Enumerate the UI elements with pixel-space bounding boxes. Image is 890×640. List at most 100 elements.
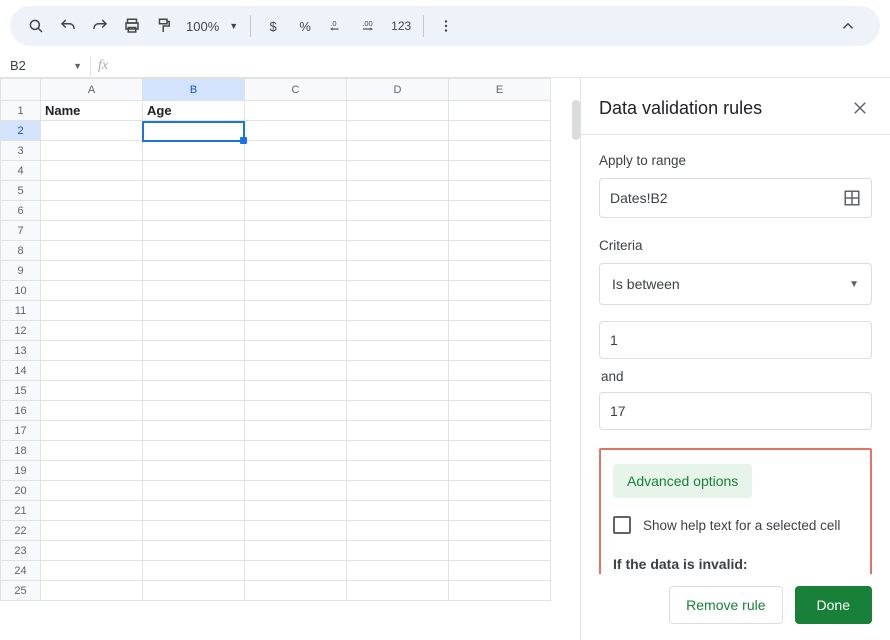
cell[interactable]	[41, 161, 143, 181]
done-button[interactable]: Done	[795, 586, 872, 624]
cell[interactable]	[449, 501, 551, 521]
search-icon[interactable]	[22, 12, 50, 40]
cell[interactable]	[143, 181, 245, 201]
criteria-min-input[interactable]: 1	[599, 321, 872, 359]
cell[interactable]	[245, 161, 347, 181]
row-header[interactable]: 14	[1, 361, 41, 381]
cell[interactable]	[449, 301, 551, 321]
redo-icon[interactable]	[86, 12, 114, 40]
collapse-toolbar-icon[interactable]	[834, 12, 862, 40]
cell[interactable]	[347, 441, 449, 461]
cell[interactable]	[143, 161, 245, 181]
cell[interactable]	[143, 481, 245, 501]
cell[interactable]	[245, 381, 347, 401]
cell[interactable]	[41, 221, 143, 241]
cell[interactable]	[347, 181, 449, 201]
row-header[interactable]: 21	[1, 501, 41, 521]
cell[interactable]	[245, 261, 347, 281]
cell[interactable]	[41, 461, 143, 481]
cell[interactable]	[449, 561, 551, 581]
row-header[interactable]: 6	[1, 201, 41, 221]
undo-icon[interactable]	[54, 12, 82, 40]
cell[interactable]	[449, 581, 551, 601]
cell[interactable]	[143, 121, 245, 141]
cell[interactable]	[245, 241, 347, 261]
cell[interactable]	[347, 361, 449, 381]
cell[interactable]	[347, 301, 449, 321]
cell[interactable]	[347, 341, 449, 361]
cell[interactable]	[347, 321, 449, 341]
cell[interactable]	[449, 521, 551, 541]
cell[interactable]	[143, 301, 245, 321]
column-header-d[interactable]: D	[347, 79, 449, 101]
cell[interactable]	[143, 341, 245, 361]
row-header[interactable]: 25	[1, 581, 41, 601]
cell[interactable]	[143, 141, 245, 161]
cell[interactable]	[347, 161, 449, 181]
percent-format-button[interactable]: %	[291, 12, 319, 40]
cell[interactable]	[245, 201, 347, 221]
cell[interactable]	[347, 241, 449, 261]
zoom-select[interactable]: 100% ▼	[182, 19, 242, 34]
cell[interactable]	[143, 361, 245, 381]
select-all-corner[interactable]	[1, 79, 41, 101]
cell[interactable]	[143, 581, 245, 601]
row-header[interactable]: 24	[1, 561, 41, 581]
row-header[interactable]: 23	[1, 541, 41, 561]
row-header[interactable]: 15	[1, 381, 41, 401]
apply-range-input[interactable]: Dates!B2	[599, 178, 872, 218]
cell[interactable]	[143, 441, 245, 461]
row-header[interactable]: 19	[1, 461, 41, 481]
number-format-button[interactable]: 123	[387, 12, 415, 40]
help-text-checkbox-row[interactable]: Show help text for a selected cell	[613, 516, 858, 534]
cell[interactable]	[41, 561, 143, 581]
cell[interactable]	[41, 541, 143, 561]
cell[interactable]: Name	[41, 101, 143, 121]
cell[interactable]	[449, 481, 551, 501]
row-header[interactable]: 10	[1, 281, 41, 301]
cell[interactable]	[347, 561, 449, 581]
cell[interactable]	[245, 281, 347, 301]
cell[interactable]	[347, 121, 449, 141]
cell[interactable]	[41, 341, 143, 361]
cell[interactable]	[143, 261, 245, 281]
cell[interactable]	[143, 541, 245, 561]
cell[interactable]	[143, 401, 245, 421]
cell[interactable]	[245, 581, 347, 601]
cell[interactable]	[449, 361, 551, 381]
cell[interactable]	[449, 261, 551, 281]
cell[interactable]	[41, 581, 143, 601]
spreadsheet-grid[interactable]: A B C D E 1 Name Age 2 3 4 5 6 7 8	[0, 78, 580, 640]
cell[interactable]	[347, 281, 449, 301]
column-header-b[interactable]: B	[143, 79, 245, 101]
row-header[interactable]: 2	[1, 121, 41, 141]
cell[interactable]	[449, 241, 551, 261]
cell[interactable]	[245, 141, 347, 161]
criteria-select[interactable]: Is between ▼	[599, 263, 872, 305]
cell[interactable]	[347, 461, 449, 481]
cell[interactable]	[347, 201, 449, 221]
currency-format-button[interactable]: $	[259, 12, 287, 40]
cell[interactable]	[41, 261, 143, 281]
cell[interactable]	[41, 281, 143, 301]
cell[interactable]	[245, 461, 347, 481]
row-header[interactable]: 13	[1, 341, 41, 361]
cell[interactable]	[41, 421, 143, 441]
cell[interactable]	[143, 281, 245, 301]
row-header[interactable]: 4	[1, 161, 41, 181]
cell[interactable]	[143, 201, 245, 221]
row-header[interactable]: 12	[1, 321, 41, 341]
cell[interactable]	[347, 521, 449, 541]
cell[interactable]	[347, 261, 449, 281]
row-header[interactable]: 9	[1, 261, 41, 281]
cell[interactable]	[143, 521, 245, 541]
cell[interactable]	[245, 321, 347, 341]
decrease-decimal-icon[interactable]: .0	[323, 12, 351, 40]
cell[interactable]	[449, 421, 551, 441]
row-header[interactable]: 7	[1, 221, 41, 241]
cell[interactable]	[245, 501, 347, 521]
cell[interactable]	[143, 461, 245, 481]
row-header[interactable]: 1	[1, 101, 41, 121]
cell[interactable]	[41, 121, 143, 141]
cell[interactable]	[245, 361, 347, 381]
